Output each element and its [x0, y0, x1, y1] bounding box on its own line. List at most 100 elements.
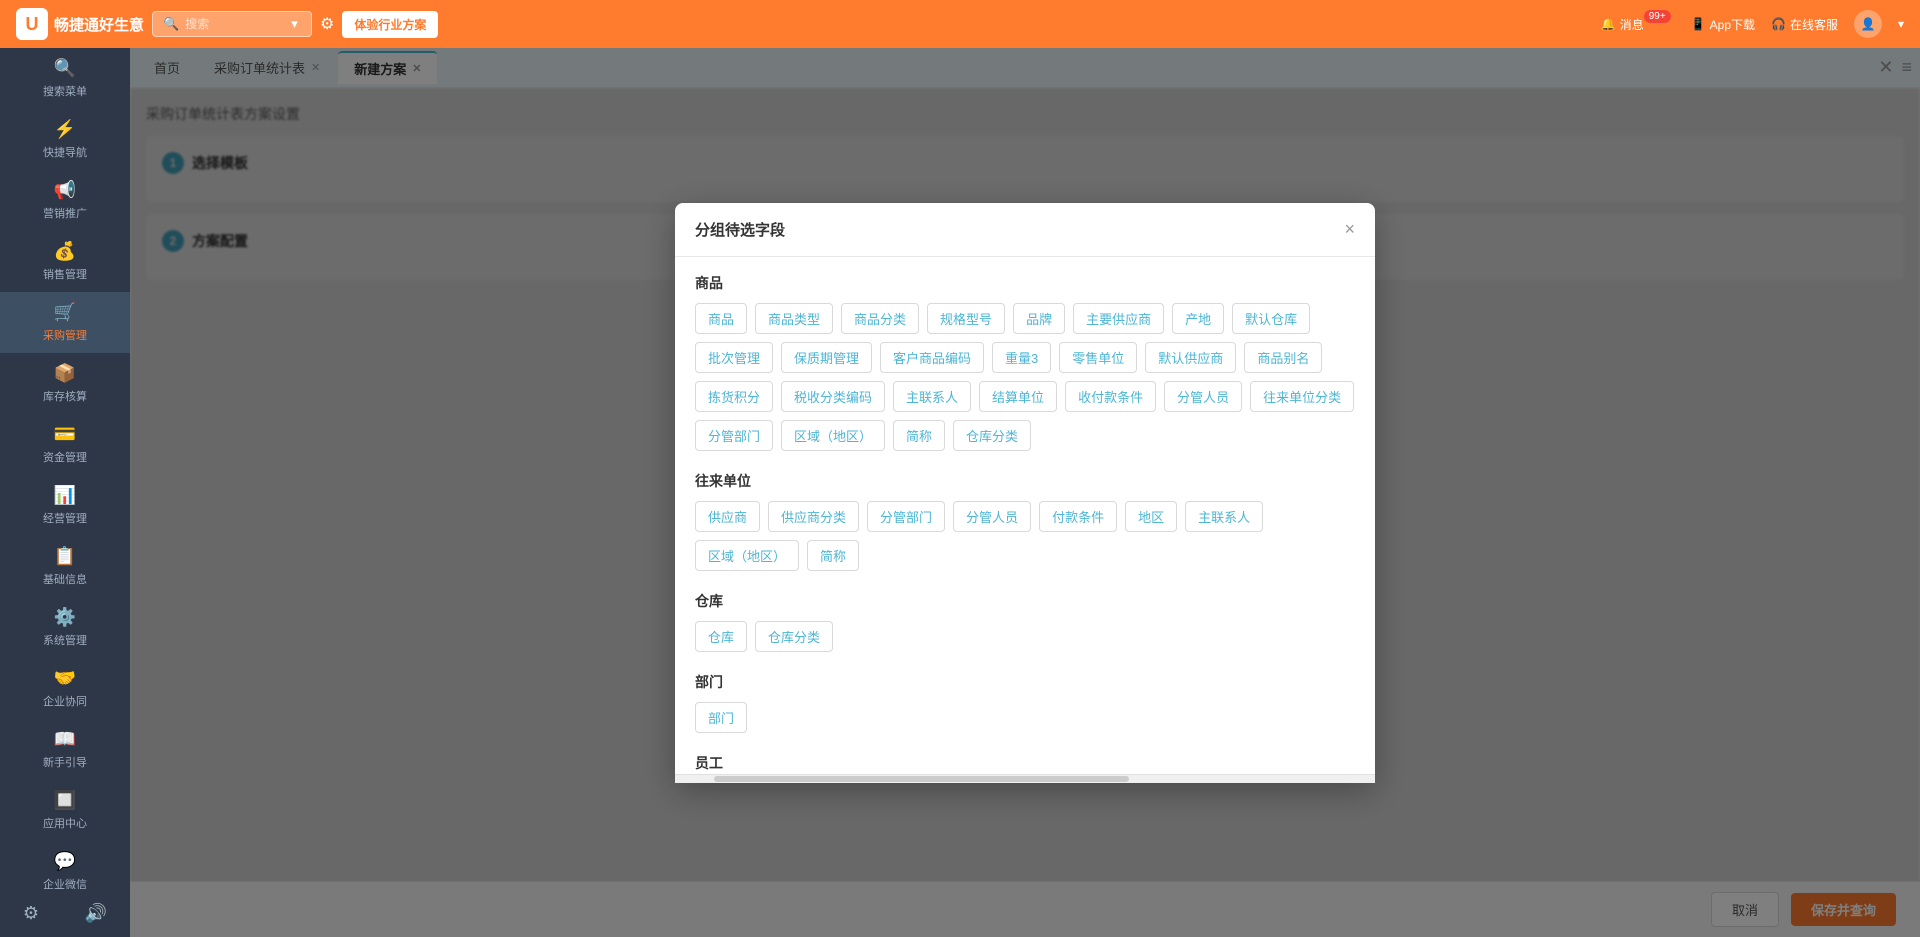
trial-button[interactable]: 体验行业方案	[342, 11, 438, 38]
tag-partner-contact[interactable]: 主联系人	[1185, 501, 1263, 532]
tag-supplier[interactable]: 供应商	[695, 501, 760, 532]
sidebar-label-inventory: 库存核算	[43, 388, 87, 404]
online-service-item[interactable]: 🎧 在线客服	[1771, 16, 1838, 33]
sidebar-label-search: 搜索菜单	[43, 83, 87, 99]
app-icon: 📱	[1691, 17, 1706, 31]
tag-responsible-person[interactable]: 分管人员	[1164, 381, 1242, 412]
settings-button[interactable]: ⚙	[320, 14, 334, 34]
sidebar-item-finance[interactable]: 💳 资金管理	[0, 414, 130, 475]
tag-payment-condition[interactable]: 付款条件	[1039, 501, 1117, 532]
app-download-item[interactable]: 📱 App下载	[1691, 16, 1755, 33]
goods-tags: 商品 商品类型 商品分类 规格型号 品牌 主要供应商 产地 默认仓库 批次管理 …	[695, 303, 1355, 451]
section-warehouse-title: 仓库	[695, 591, 1355, 611]
sidebar-label-enterprise: 企业协同	[43, 693, 87, 709]
tag-default-supplier[interactable]: 默认供应商	[1145, 342, 1236, 373]
tag-region[interactable]: 地区	[1125, 501, 1177, 532]
tag-brand[interactable]: 品牌	[1013, 303, 1065, 334]
sidebar-item-quick-nav[interactable]: ⚡ 快捷导航	[0, 109, 130, 170]
sidebar-label-basic-info: 基础信息	[43, 571, 87, 587]
sidebar-item-inventory[interactable]: 📦 库存核算	[0, 353, 130, 414]
tag-retail-unit[interactable]: 零售单位	[1059, 342, 1137, 373]
section-department-title: 部门	[695, 672, 1355, 692]
logo-area: U 畅捷通好生意	[16, 8, 144, 40]
tag-goods-category[interactable]: 商品分类	[841, 303, 919, 334]
tag-warehouse-category[interactable]: 仓库分类	[953, 420, 1031, 451]
notification-icon: 🔔	[1601, 17, 1616, 31]
avatar[interactable]: 👤	[1854, 10, 1882, 38]
tag-partner-category[interactable]: 往来单位分类	[1250, 381, 1354, 412]
sidebar-item-sales[interactable]: 💰 销售管理	[0, 231, 130, 292]
tag-short-name[interactable]: 简称	[893, 420, 945, 451]
system-icon: ⚙️	[54, 607, 76, 628]
tag-main-contact[interactable]: 主联系人	[893, 381, 971, 412]
notification-item[interactable]: 🔔 消息 99+	[1601, 16, 1675, 33]
tag-origin[interactable]: 产地	[1172, 303, 1224, 334]
modal-close-button[interactable]: ×	[1344, 219, 1355, 240]
sidebar-item-basic-info[interactable]: 📋 基础信息	[0, 536, 130, 597]
tag-batch-manage[interactable]: 批次管理	[695, 342, 773, 373]
user-menu-chevron[interactable]: ▾	[1898, 17, 1904, 31]
tag-partner-dept[interactable]: 分管部门	[867, 501, 945, 532]
tag-shelf-life[interactable]: 保质期管理	[781, 342, 872, 373]
bottom-bar: ⚙ 🔊	[0, 889, 130, 937]
search-bar[interactable]: 🔍 ▾	[152, 11, 312, 37]
tag-region-goods[interactable]: 区域（地区）	[781, 420, 885, 451]
tag-main-supplier[interactable]: 主要供应商	[1073, 303, 1164, 334]
tag-department[interactable]: 部门	[695, 702, 747, 733]
sidebar-item-app-center[interactable]: 🔲 应用中心	[0, 780, 130, 841]
tag-spec-model[interactable]: 规格型号	[927, 303, 1005, 334]
sidebar-item-purchase[interactable]: 🛒 采购管理	[0, 292, 130, 353]
tag-pick-score[interactable]: 拣货积分	[695, 381, 773, 412]
field-select-modal: 分组待选字段 × 商品 商品 商品类型 商品分类 规格型号 品牌 主要供应商 产…	[675, 203, 1375, 783]
top-nav-right: 🔔 消息 99+ 📱 App下载 🎧 在线客服 👤 ▾	[1601, 10, 1904, 38]
tag-partner-short[interactable]: 简称	[807, 540, 859, 571]
search-input[interactable]	[185, 17, 285, 31]
tag-payment-terms[interactable]: 收付款条件	[1065, 381, 1156, 412]
sidebar-label-purchase: 采购管理	[43, 327, 87, 343]
tag-settlement-unit[interactable]: 结算单位	[979, 381, 1057, 412]
headset-icon: 🎧	[1771, 17, 1786, 31]
hscroll-thumb[interactable]	[714, 776, 1129, 782]
tag-supplier-category[interactable]: 供应商分类	[768, 501, 859, 532]
sidebar-label-sales: 销售管理	[43, 266, 87, 282]
marketing-icon: 📢	[54, 180, 76, 201]
settings-bottom-icon[interactable]: ⚙	[23, 903, 39, 924]
tag-goods-type[interactable]: 商品类型	[755, 303, 833, 334]
sidebar-label-guide: 新手引导	[43, 754, 87, 770]
tag-dept-manage[interactable]: 分管部门	[695, 420, 773, 451]
sidebar-item-guide[interactable]: 📖 新手引导	[0, 719, 130, 780]
volume-icon[interactable]: 🔊	[85, 903, 107, 924]
tag-partner-person[interactable]: 分管人员	[953, 501, 1031, 532]
section-goods: 商品 商品 商品类型 商品分类 规格型号 品牌 主要供应商 产地 默认仓库 批次…	[695, 273, 1355, 451]
sidebar-label-finance: 资金管理	[43, 449, 87, 465]
modal-title: 分组待选字段	[695, 219, 785, 240]
sidebar-item-operation[interactable]: 📊 经营管理	[0, 475, 130, 536]
tag-partner-region[interactable]: 区域（地区）	[695, 540, 799, 571]
basic-info-icon: 📋	[54, 546, 76, 567]
sidebar-item-enterprise[interactable]: 🤝 企业协同	[0, 658, 130, 719]
tag-customer-code[interactable]: 客户商品编码	[880, 342, 984, 373]
top-nav-left: U 畅捷通好生意 🔍 ▾ ⚙ 体验行业方案	[16, 8, 438, 40]
top-nav: U 畅捷通好生意 🔍 ▾ ⚙ 体验行业方案 🔔 消息 99+ 📱 App下载 🎧…	[0, 0, 1920, 48]
tag-default-warehouse[interactable]: 默认仓库	[1232, 303, 1310, 334]
modal-header: 分组待选字段 ×	[675, 203, 1375, 257]
search-menu-icon: 🔍	[54, 58, 76, 79]
inventory-icon: 📦	[54, 363, 76, 384]
tag-tax-code[interactable]: 税收分类编码	[781, 381, 885, 412]
notification-badge: 99+	[1644, 10, 1671, 23]
operation-icon: 📊	[54, 485, 76, 506]
partner-tags: 供应商 供应商分类 分管部门 分管人员 付款条件 地区 主联系人 区域（地区） …	[695, 501, 1355, 571]
tag-weight3[interactable]: 重量3	[992, 342, 1051, 373]
tag-goods[interactable]: 商品	[695, 303, 747, 334]
tag-warehouse[interactable]: 仓库	[695, 621, 747, 652]
sidebar-item-marketing[interactable]: 📢 营销推广	[0, 170, 130, 231]
section-department: 部门 部门	[695, 672, 1355, 733]
quick-nav-icon: ⚡	[54, 119, 76, 140]
sidebar-label-operation: 经营管理	[43, 510, 87, 526]
sidebar-item-system[interactable]: ⚙️ 系统管理	[0, 597, 130, 658]
modal-horizontal-scrollbar[interactable]	[675, 774, 1375, 783]
sidebar-item-search[interactable]: 🔍 搜索菜单	[0, 48, 130, 109]
user-icon: 👤	[1860, 17, 1875, 31]
tag-warehouse-cat[interactable]: 仓库分类	[755, 621, 833, 652]
tag-goods-alias[interactable]: 商品别名	[1244, 342, 1322, 373]
